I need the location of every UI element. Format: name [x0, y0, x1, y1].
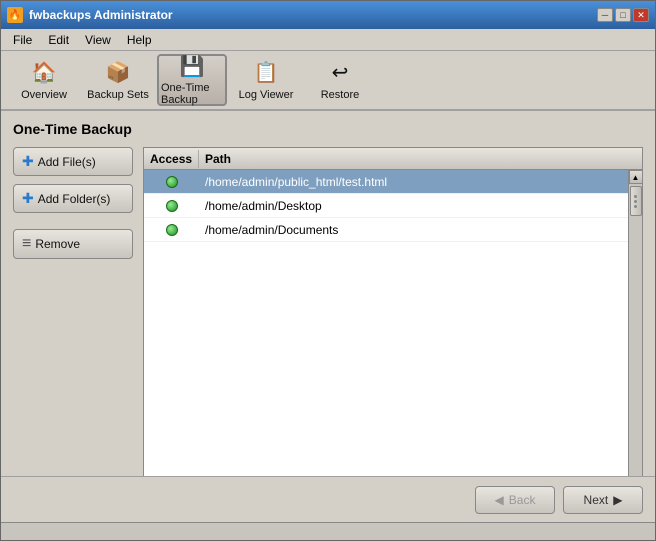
- file-table: Access Path /home/admin/public_html/test…: [143, 147, 643, 476]
- app-icon: 🔥: [7, 7, 23, 23]
- backup-sets-icon: 📦: [104, 59, 132, 86]
- table-body: /home/admin/public_html/test.html /home/…: [144, 170, 642, 476]
- table-row[interactable]: /home/admin/Documents: [144, 218, 642, 242]
- add-folder-label: Add Folder(s): [38, 192, 111, 206]
- overview-icon: 🏠: [30, 59, 58, 86]
- titlebar-title: fwbackups Administrator: [29, 8, 173, 22]
- log-viewer-icon: 📋: [252, 59, 280, 86]
- one-time-backup-icon: 💾: [178, 54, 206, 79]
- toolbar-overview[interactable]: 🏠 Overview: [9, 54, 79, 106]
- add-files-label: Add File(s): [38, 155, 96, 169]
- titlebar: 🔥 fwbackups Administrator ─ □ ✕: [1, 1, 655, 29]
- minimize-button[interactable]: ─: [597, 8, 613, 22]
- scroll-up-arrow[interactable]: ▲: [629, 170, 643, 184]
- log-viewer-label: Log Viewer: [239, 89, 294, 101]
- toolbar: 🏠 Overview 📦 Backup Sets 💾 One-Time Back…: [1, 51, 655, 111]
- titlebar-left: 🔥 fwbackups Administrator: [7, 7, 173, 23]
- content-area: One-Time Backup ✚ Add File(s) ✚ Add Fold…: [1, 111, 655, 476]
- col-access-header: Access: [144, 150, 199, 168]
- statusbar: [1, 522, 655, 540]
- grip-dots: [631, 187, 641, 215]
- restore-icon: ↩: [326, 59, 354, 86]
- toolbar-restore[interactable]: ↩ Restore: [305, 54, 375, 106]
- scrollbar[interactable]: ▲ ▼: [628, 170, 642, 476]
- toolbar-one-time-backup[interactable]: 💾 One-Time Backup: [157, 54, 227, 106]
- close-button[interactable]: ✕: [633, 8, 649, 22]
- col-path-header: Path: [199, 150, 642, 168]
- grip-dot: [634, 200, 637, 203]
- maximize-button[interactable]: □: [615, 8, 631, 22]
- toolbar-log-viewer[interactable]: 📋 Log Viewer: [231, 54, 301, 106]
- backup-sets-label: Backup Sets: [87, 89, 149, 101]
- grip-dot: [634, 205, 637, 208]
- back-arrow-icon: ◀: [495, 493, 504, 507]
- row-access-1: [144, 174, 199, 190]
- remove-button[interactable]: ≡ Remove: [13, 229, 133, 259]
- menu-help[interactable]: Help: [119, 31, 160, 49]
- next-button[interactable]: Next ▶: [563, 486, 643, 514]
- table-row[interactable]: /home/admin/public_html/test.html: [144, 170, 642, 194]
- sidebar-buttons: ✚ Add File(s) ✚ Add Folder(s) ≡ Remove: [13, 147, 133, 476]
- restore-label: Restore: [321, 89, 360, 101]
- grip-dot: [634, 195, 637, 198]
- status-dot-2: [166, 200, 178, 212]
- menu-view[interactable]: View: [77, 31, 119, 49]
- remove-icon: ≡: [22, 235, 31, 253]
- toolbar-backup-sets[interactable]: 📦 Backup Sets: [83, 54, 153, 106]
- add-files-button[interactable]: ✚ Add File(s): [13, 147, 133, 176]
- next-label: Next: [584, 493, 609, 507]
- row-access-3: [144, 222, 199, 238]
- menu-edit[interactable]: Edit: [40, 31, 77, 49]
- app-window: 🔥 fwbackups Administrator ─ □ ✕ File Edi…: [0, 0, 656, 541]
- back-button[interactable]: ◀ Back: [475, 486, 555, 514]
- table-header: Access Path: [144, 148, 642, 170]
- main-layout: ✚ Add File(s) ✚ Add Folder(s) ≡ Remove: [13, 147, 643, 476]
- one-time-backup-label: One-Time Backup: [161, 82, 223, 106]
- add-folder-icon: ✚: [22, 190, 34, 207]
- add-folder-button[interactable]: ✚ Add Folder(s): [13, 184, 133, 213]
- scroll-thumb[interactable]: [630, 186, 642, 216]
- bottom-bar: ◀ Back Next ▶: [1, 476, 655, 522]
- next-arrow-icon: ▶: [613, 493, 622, 507]
- row-path-1: /home/admin/public_html/test.html: [199, 173, 642, 191]
- content-wrapper: One-Time Backup ✚ Add File(s) ✚ Add Fold…: [1, 111, 655, 540]
- row-access-2: [144, 198, 199, 214]
- row-path-3: /home/admin/Documents: [199, 221, 642, 239]
- remove-label: Remove: [35, 237, 80, 251]
- add-files-icon: ✚: [22, 153, 34, 170]
- back-label: Back: [509, 493, 536, 507]
- page-title: One-Time Backup: [13, 121, 643, 137]
- row-path-2: /home/admin/Desktop: [199, 197, 642, 215]
- status-dot-3: [166, 224, 178, 236]
- menubar: File Edit View Help: [1, 29, 655, 51]
- table-row[interactable]: /home/admin/Desktop: [144, 194, 642, 218]
- menu-file[interactable]: File: [5, 31, 40, 49]
- titlebar-buttons: ─ □ ✕: [597, 8, 649, 22]
- status-dot-1: [166, 176, 178, 188]
- overview-label: Overview: [21, 89, 67, 101]
